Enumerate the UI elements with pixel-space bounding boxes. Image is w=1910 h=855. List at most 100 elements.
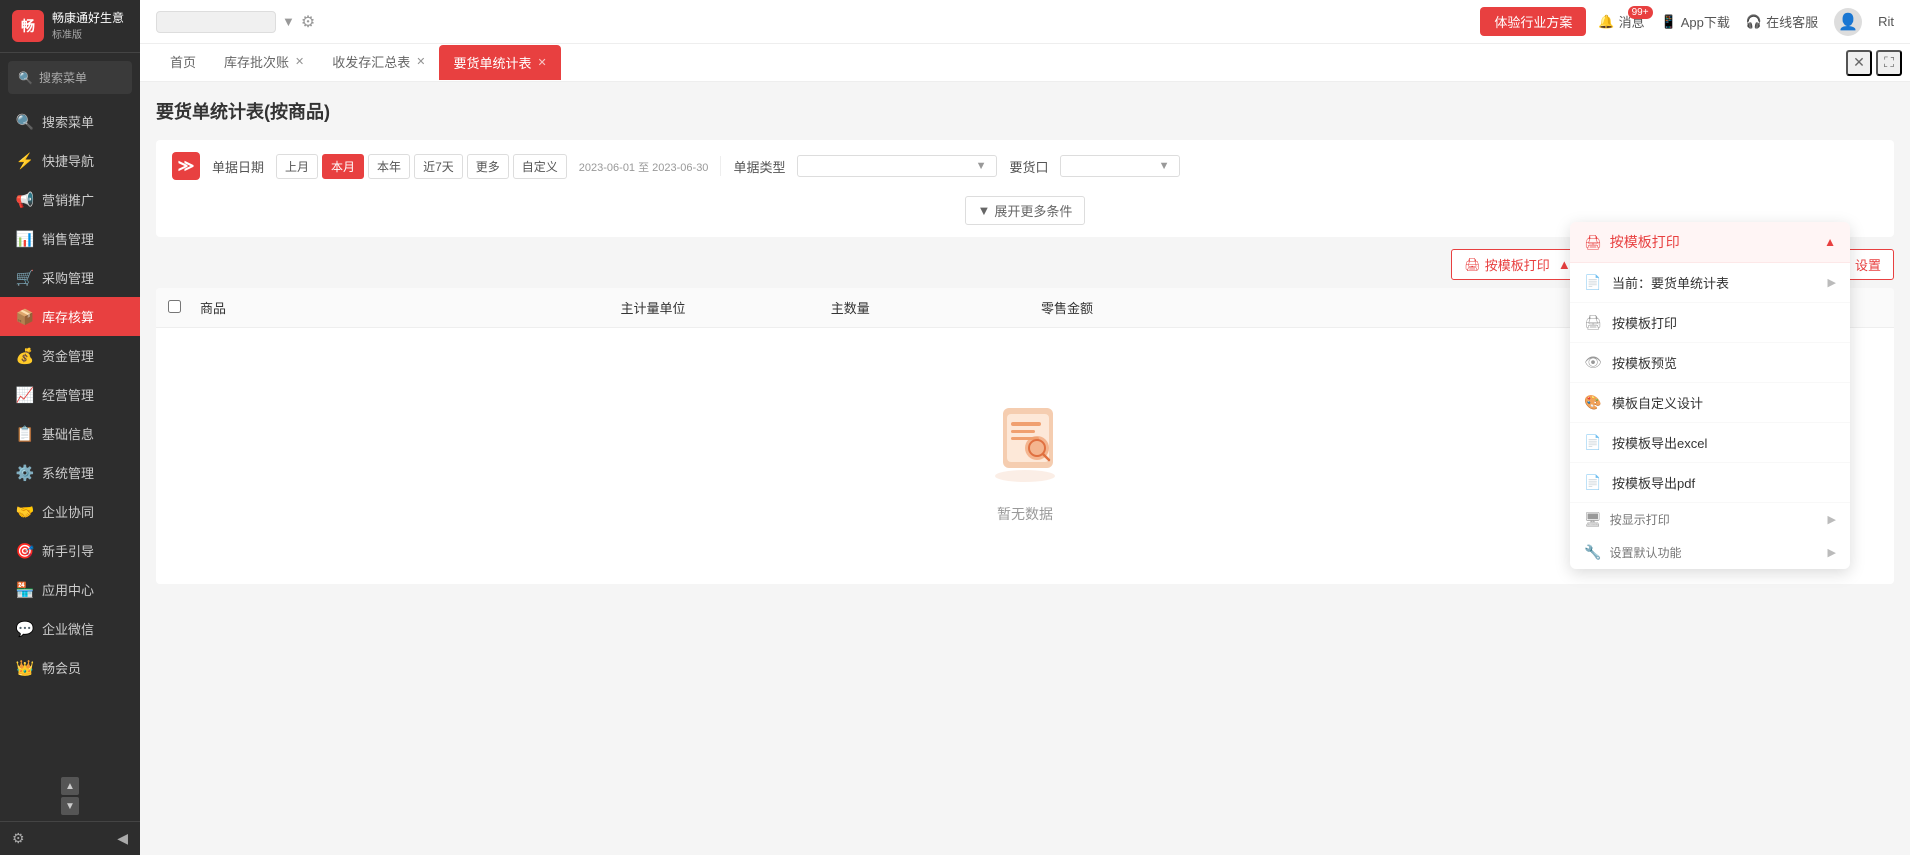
th-quantity: 主数量 [831,298,1041,317]
sidebar-item-wechat[interactable]: 💬企业微信 [0,609,140,648]
sidebar-item-collab[interactable]: 🤝企业协同 [0,492,140,531]
sidebar-label-guide: 新手引导 [42,541,94,560]
dropdown-item-template-pdf[interactable]: 📄按模板导出pdf [1570,463,1850,503]
display-print-label[interactable]: 🖥 按显示打印 ▶ [1570,503,1850,536]
headset-icon: 🎧 [1746,14,1762,30]
select-all-checkbox[interactable] [168,300,181,313]
template-pdf-label: 按模板导出pdf [1612,473,1695,492]
online-service-btn[interactable]: 🎧 在线客服 [1746,12,1818,31]
empty-text: 暂无数据 [997,504,1053,524]
sidebar-header: 畅 畅康通好生意 标准版 [0,0,140,53]
breadcrumb-input[interactable] [156,11,276,33]
tab-close-inventory-batch[interactable]: ✕ [295,55,304,68]
inventory-icon: 📦 [16,308,34,326]
topbar-gear-icon[interactable]: ⚙ [301,12,315,32]
expand-more-btn[interactable]: ▼ 展开更多条件 [965,196,1086,225]
filter-toggle-btn[interactable]: ≫ [172,152,200,180]
dropdown-current-template[interactable]: 📄 当前：要货单统计表 ▶ [1570,263,1850,303]
sidebar-label-member: 畅会员 [42,658,81,677]
avatar[interactable]: 👤 [1834,8,1862,36]
username-label[interactable]: Rit [1878,14,1894,29]
brand-name: 畅康通好生意 [52,11,124,27]
date-btn-近7天[interactable]: 近7天 [414,154,463,179]
sidebar-item-member[interactable]: 👑畅会员 [0,648,140,687]
search-menu-btn[interactable]: 🔍 搜索菜单 [8,61,132,94]
expand-icon: ▼ [978,203,991,218]
sidebar-label-purchase: 采购管理 [42,268,94,287]
sidebar-item-search[interactable]: 🔍搜索菜单 [0,102,140,141]
search-icon: 🔍 [18,71,33,85]
order-goods-select[interactable]: ▼ [1060,155,1180,177]
sidebar-scroll-up[interactable]: ▲ [61,777,79,795]
app-download-btn[interactable]: 📱 App下载 [1661,12,1730,31]
sidebar-label-appstore: 应用中心 [42,580,94,599]
template-excel-icon: 📄 [1584,434,1602,451]
order-goods-arrow: ▼ [1159,160,1170,172]
tab-close-order-stats[interactable]: ✕ [538,56,547,69]
tab-close-all-btn[interactable]: ✕ [1846,50,1872,76]
sidebar-item-operation[interactable]: 📈经营管理 [0,375,140,414]
sidebar-item-marketing[interactable]: 📢营销推广 [0,180,140,219]
dropdown-close-arrow[interactable]: ▲ [1824,235,1836,249]
template-preview-label: 按模板预览 [1612,353,1677,372]
trial-btn[interactable]: 体验行业方案 [1480,7,1586,36]
messages-btn[interactable]: 🔔 消息 99+ [1598,12,1644,31]
tab-label-order-stats: 要货单统计表 [453,53,531,72]
dropdown-item-template-excel[interactable]: 📄按模板导出excel [1570,423,1850,463]
empty-illustration [975,388,1075,488]
current-template-icon: 📄 [1584,274,1602,291]
dropdown-item-template-preview[interactable]: 👁按模板预览 [1570,343,1850,383]
sidebar-item-inventory[interactable]: 📦库存核算 [0,297,140,336]
sidebar-item-system[interactable]: ⚙️系统管理 [0,453,140,492]
set-default-label[interactable]: 🔧 设置默认功能 ▶ [1570,536,1850,569]
type-filter-select[interactable]: ▼ [797,155,997,177]
sidebar-bottom: ⚙ ◀ [0,821,140,855]
date-options: 上月本月本年近7天更多自定义 [276,154,567,179]
sidebar-label-collab: 企业协同 [42,502,94,521]
shortcut-icon: ⚡ [16,152,34,170]
tab-home[interactable]: 首页 [156,44,210,81]
date-btn-本月[interactable]: 本月 [322,154,364,179]
sidebar-item-sales[interactable]: 📊销售管理 [0,219,140,258]
sidebar-scroll-down[interactable]: ▼ [61,797,79,815]
sidebar-item-guide[interactable]: 🎯 新手引导 [0,531,140,570]
appstore-icon: 🏪 [16,581,34,599]
date-btn-自定义[interactable]: 自定义 [513,154,567,179]
sidebar-item-appstore[interactable]: 🏪 应用中心 [0,570,140,609]
tab-order-stats[interactable]: 要货单统计表 ✕ [439,45,560,80]
guide-icon: 🎯 [16,542,34,560]
tab-close-receipt-summary[interactable]: ✕ [416,55,425,68]
print-dropdown-arrow[interactable]: ▲ [1558,257,1571,272]
filter-expand-icon: ≫ [178,156,195,176]
date-btn-上月[interactable]: 上月 [276,154,318,179]
sidebar-item-shortcut[interactable]: ⚡快捷导航 [0,141,140,180]
order-goods-label: 要货口 [1009,157,1048,176]
sidebar-item-purchase[interactable]: 🛒采购管理 [0,258,140,297]
tab-receipt-summary[interactable]: 收发存汇总表✕ [318,44,439,81]
settings-icon[interactable]: ⚙ [12,830,25,847]
sidebar-item-finance[interactable]: 💰资金管理 [0,336,140,375]
date-btn-更多[interactable]: 更多 [467,154,509,179]
sidebar-item-basic[interactable]: 📋基础信息 [0,414,140,453]
template-design-icon: 🎨 [1584,394,1602,411]
expand-label: 展开更多条件 [994,201,1072,220]
search-icon: 🔍 [16,113,34,131]
date-btn-本年[interactable]: 本年 [368,154,410,179]
topbar-right: 🔔 消息 99+ 📱 App下载 🎧 在线客服 👤 Rit [1598,8,1894,36]
current-template-label: 当前：要货单统计表 [1612,273,1729,292]
sidebar-collapse-icon[interactable]: ◀ [117,830,128,847]
tab-maximize-btn[interactable]: ⛶ [1876,50,1902,76]
printer-icon: 🖨 [1464,257,1481,273]
tab-inventory-batch[interactable]: 库存批次账✕ [210,44,318,81]
print-template-btn[interactable]: 🖨 按模板打印 ▲ [1451,249,1583,280]
finance-icon: 💰 [16,347,34,365]
filter-divider [720,156,721,176]
template-print-label: 按模板打印 [1612,313,1677,332]
filter-row: ≫ 单据日期 上月本月本年近7天更多自定义 2023-06-01 至 2023-… [172,152,1878,180]
dropdown-item-template-design[interactable]: 🎨模板自定义设计 [1570,383,1850,423]
breadcrumb-dropdown-icon[interactable]: ▼ [282,14,295,29]
search-menu-label: 搜索菜单 [39,69,87,86]
sidebar-label-wechat: 企业微信 [42,619,94,638]
dropdown-item-template-print[interactable]: 🖨按模板打印 [1570,303,1850,343]
th-amount: 零售金额 [1041,298,1251,317]
